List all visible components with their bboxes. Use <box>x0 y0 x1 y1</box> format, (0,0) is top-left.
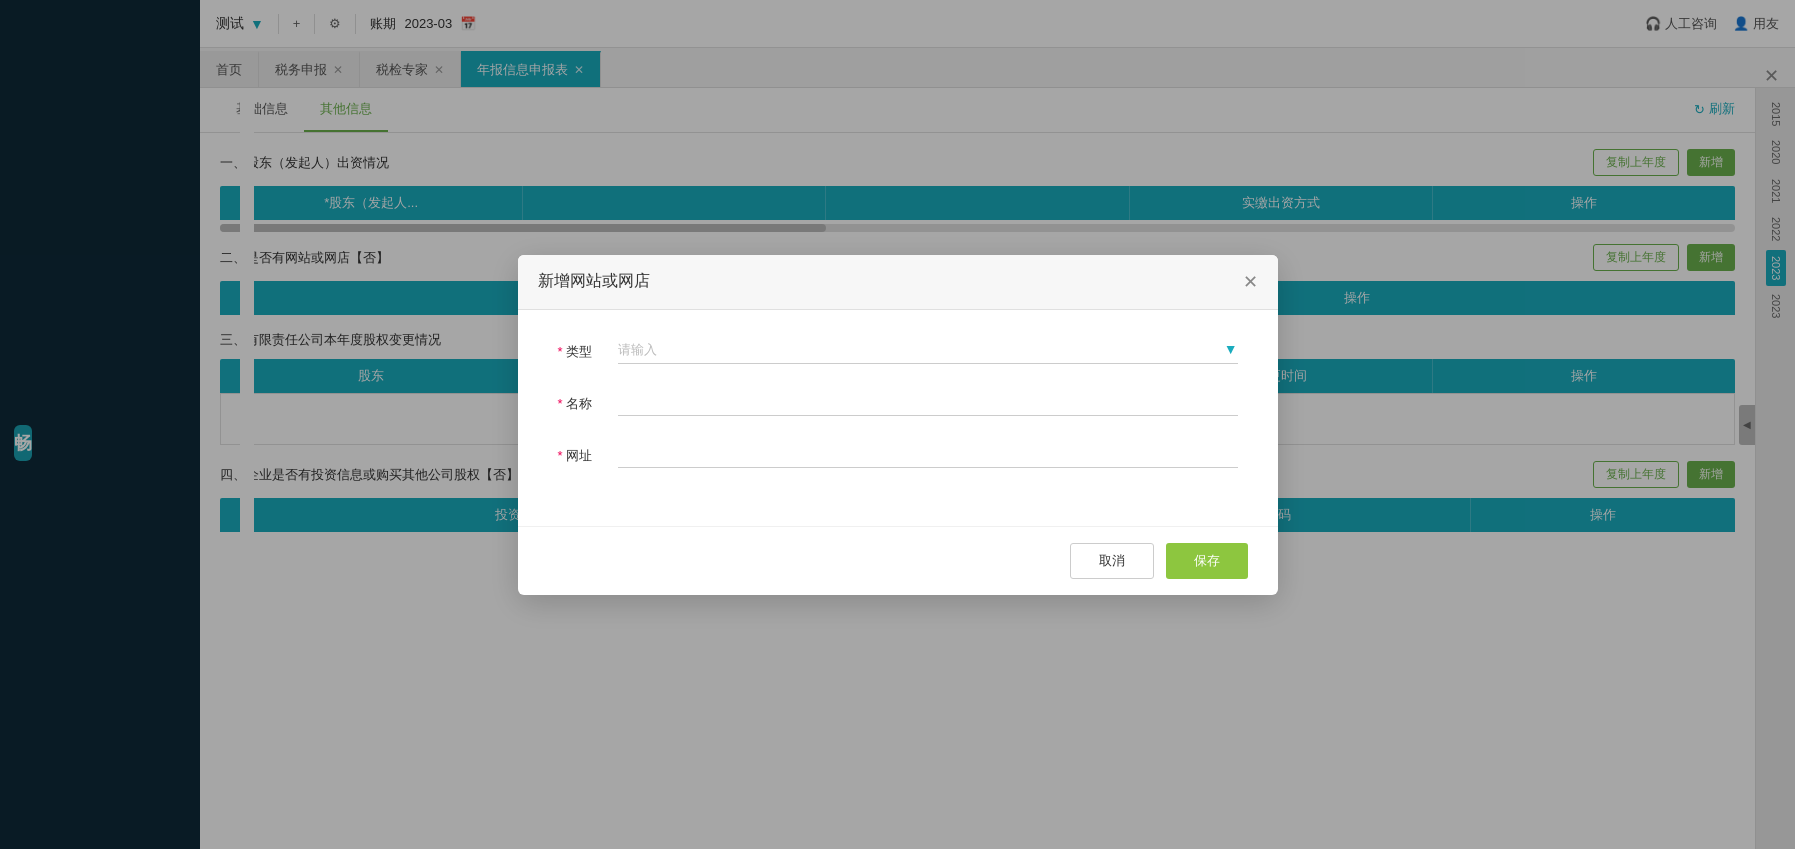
form-item-type: * 类型 ▼ <box>558 340 1238 364</box>
modal-body: * 类型 ▼ * 名称 * 网址 <box>518 310 1278 526</box>
form-item-name: * 名称 <box>558 392 1238 416</box>
type-input[interactable] <box>618 340 1224 359</box>
form-label-type: * 类型 <box>558 343 618 361</box>
modal-title: 新增网站或网店 <box>538 271 650 292</box>
save-button[interactable]: 保存 <box>1166 543 1248 579</box>
modal-header: 新增网站或网店 ✕ <box>518 255 1278 310</box>
label-text: 网址 <box>566 448 592 463</box>
required-star: * <box>558 396 563 411</box>
cancel-button[interactable]: 取消 <box>1070 543 1154 579</box>
form-input-wrap-type: ▼ <box>618 340 1238 364</box>
name-input[interactable] <box>618 392 1238 411</box>
form-label-url: * 网址 <box>558 447 618 465</box>
dropdown-arrow-icon[interactable]: ▼ <box>1224 341 1238 357</box>
modal-footer: 取消 保存 <box>518 526 1278 595</box>
form-item-url: * 网址 <box>558 444 1238 468</box>
url-input[interactable] <box>618 444 1238 463</box>
required-star: * <box>558 344 563 359</box>
modal-add-website: 新增网站或网店 ✕ * 类型 ▼ * 名称 <box>518 255 1278 595</box>
label-text: 类型 <box>566 344 592 359</box>
form-input-wrap-url <box>618 444 1238 468</box>
form-label-name: * 名称 <box>558 395 618 413</box>
modal-overlay: 新增网站或网店 ✕ * 类型 ▼ * 名称 <box>0 0 1795 849</box>
label-text: 名称 <box>566 396 592 411</box>
form-input-wrap-name <box>618 392 1238 416</box>
required-star: * <box>558 448 563 463</box>
modal-close-button[interactable]: ✕ <box>1243 271 1258 293</box>
